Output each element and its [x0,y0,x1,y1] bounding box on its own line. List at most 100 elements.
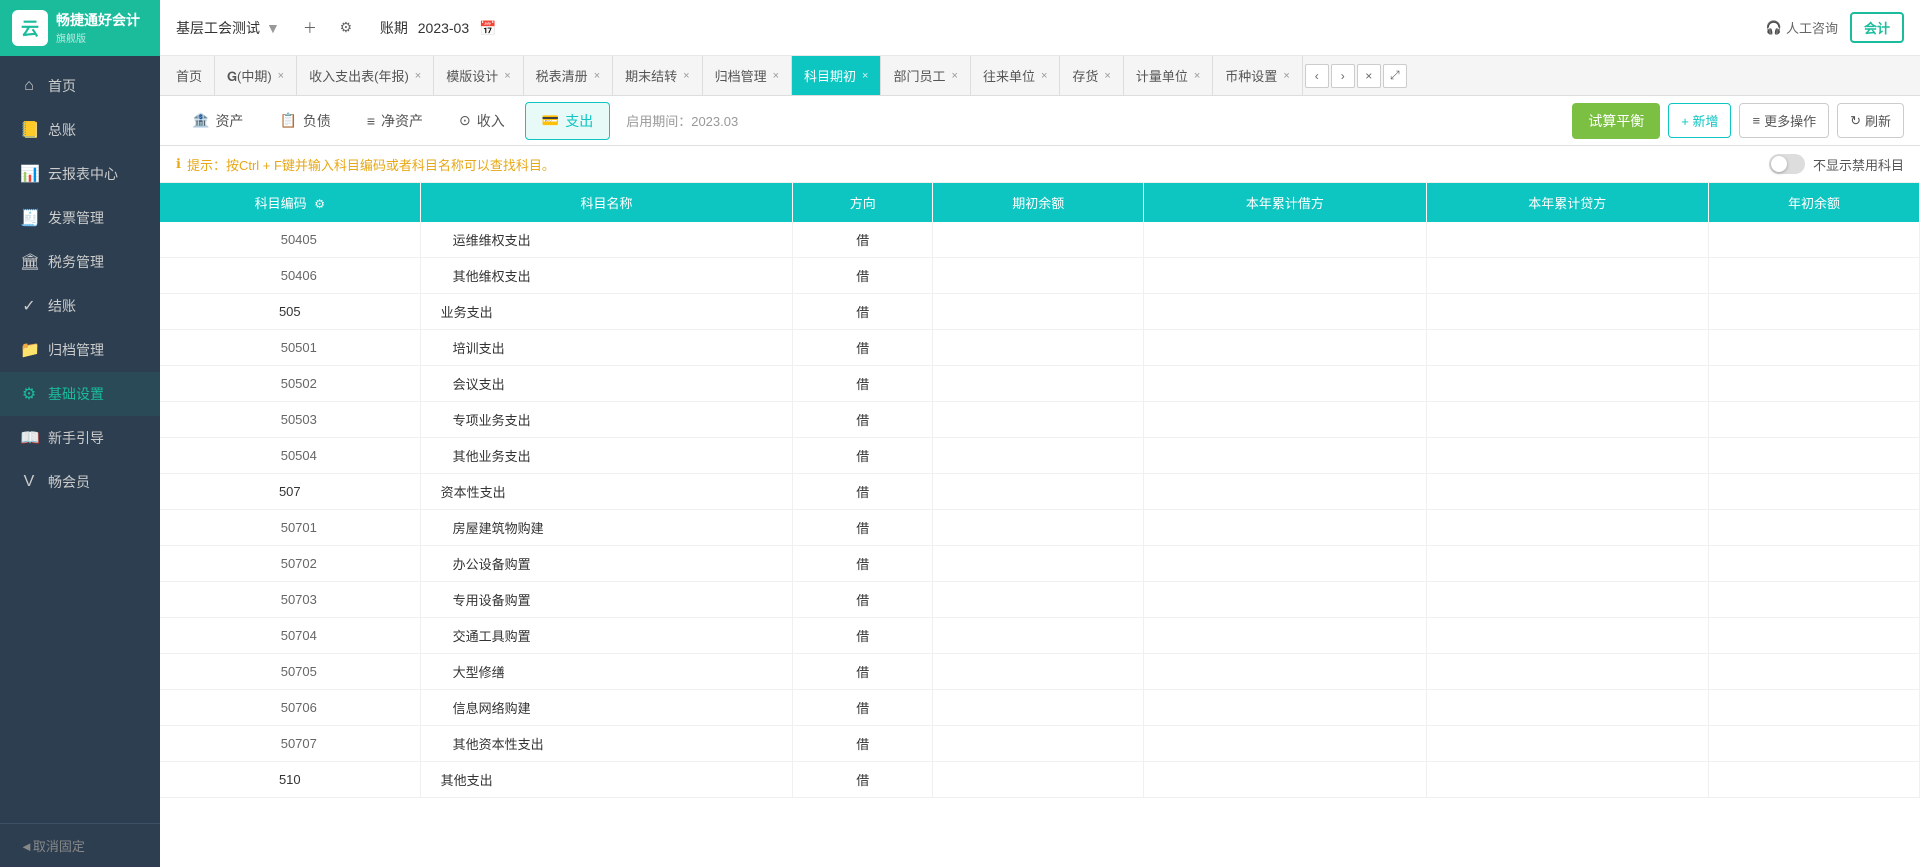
tab-unit[interactable]: 往来单位 × [971,56,1060,96]
cell-year-init [1708,510,1919,546]
tab-close-icon[interactable]: × [594,70,600,82]
settings-button[interactable]: ⚙ [332,14,360,42]
table-row[interactable]: 50704交通工具购置借 [160,618,1920,654]
tab-label: 税表清册 [536,66,588,85]
tab-close-icon[interactable]: × [278,70,284,82]
topbar-right: 🎧 人工咨询 会计 [1766,12,1904,43]
tab-next-button[interactable]: › [1331,64,1355,88]
calendar-icon[interactable]: 📅 [479,20,496,36]
cell-name: 其他资本性支出 [420,726,793,762]
cell-debit-ytd [1144,510,1426,546]
tab-stock[interactable]: 存货 × [1060,56,1123,96]
column-settings-icon[interactable]: ⚙ [314,197,325,211]
table-row[interactable]: 507资本性支出借 [160,474,1920,510]
table-row[interactable]: 50405运维维权支出借 [160,222,1920,258]
cell-name: 交通工具购置 [420,618,793,654]
topbar-actions: ＋ ⚙ [296,14,360,42]
tab-close-icon[interactable]: × [1104,70,1110,82]
cell-credit-ytd [1426,222,1708,258]
add-project-button[interactable]: ＋ [296,14,324,42]
tab-tax-clear[interactable]: 税表清册 × [524,56,613,96]
cell-name: 专项业务支出 [420,402,793,438]
tab-close-icon[interactable]: × [1283,70,1289,82]
sidebar-item-settings[interactable]: ⚙ 基础设置 [0,372,160,416]
tab-close-icon[interactable]: × [1194,70,1200,82]
cell-credit-ytd [1426,546,1708,582]
tab-dept[interactable]: 部门员工 × [881,56,970,96]
dropdown-icon[interactable]: ▼ [266,20,280,36]
table-row[interactable]: 505业务支出借 [160,294,1920,330]
sidebar-item-member[interactable]: V 畅会员 [0,460,160,504]
cat-tab-asset[interactable]: 🏦 资产 [176,103,259,139]
sidebar-item-settlement[interactable]: ✓ 结账 [0,284,160,328]
tab-year-end[interactable]: 期末结转 × [613,56,702,96]
disable-toggle[interactable] [1769,154,1805,174]
sidebar-item-archive[interactable]: 📁 归档管理 [0,328,160,372]
tab-expand-button[interactable]: ⤢ [1383,64,1407,88]
table-row[interactable]: 50702办公设备购置借 [160,546,1920,582]
cat-tab-expense[interactable]: 💳 支出 [525,102,610,140]
col-code: 科目编码 ⚙ [160,183,420,222]
sidebar-pin-toggle[interactable]: ◄取消固定 [0,823,160,867]
main-content: 基层工会测试 ▼ ＋ ⚙ 账期 2023-03 📅 🎧 人工咨询 会计 首页 𝐆… [160,0,1920,867]
sidebar-item-guide[interactable]: 📖 新手引导 [0,416,160,460]
balance-button[interactable]: 试算平衡 [1572,103,1660,139]
table-row[interactable]: 50705大型修缮借 [160,654,1920,690]
add-button[interactable]: + 新增 [1668,103,1731,138]
refresh-button[interactable]: ↻ 刷新 [1837,103,1904,138]
sidebar-item-ledger[interactable]: 📒 总账 [0,108,160,152]
cell-year-init [1708,546,1919,582]
tab-close-all-button[interactable]: × [1357,64,1381,88]
help-button[interactable]: 🎧 人工咨询 [1766,18,1838,37]
sidebar-item-home[interactable]: ⌂ 首页 [0,64,160,108]
tab-close-icon[interactable]: × [952,70,958,82]
table-row[interactable]: 50703专用设备购置借 [160,582,1920,618]
user-role-button[interactable]: 会计 [1850,12,1904,43]
tab-close-icon[interactable]: × [773,70,779,82]
cat-tab-net-asset[interactable]: ≡ 净资产 [351,103,439,139]
cat-tab-income[interactable]: ⊙ 收入 [443,103,521,139]
tab-close-icon[interactable]: × [1041,70,1047,82]
cell-name: 运维维权支出 [420,222,793,258]
tab-close-icon[interactable]: × [862,70,868,82]
table-row[interactable]: 50706信息网络购建借 [160,690,1920,726]
cell-name: 其他维权支出 [420,258,793,294]
cell-year-init [1708,762,1919,798]
tab-close-icon[interactable]: × [504,70,510,82]
subject-table-container[interactable]: 科目编码 ⚙ 科目名称 方向 期初余额 本年累计借方 本年累计贷方 年初余额 5… [160,183,1920,867]
cell-balance [933,258,1144,294]
tab-income-annual[interactable]: 收入支出表(年报) × [297,56,434,96]
table-row[interactable]: 50503专项业务支出借 [160,402,1920,438]
sidebar-item-label: 畅会员 [48,472,90,492]
tab-home[interactable]: 首页 [164,56,215,96]
cell-year-init [1708,366,1919,402]
table-row[interactable]: 50406其他维权支出借 [160,258,1920,294]
table-row[interactable]: 510其他支出借 [160,762,1920,798]
tab-mid[interactable]: 𝐆(中期) × [215,56,297,96]
table-row[interactable]: 50707其他资本性支出借 [160,726,1920,762]
cat-tab-liability[interactable]: 📋 负债 [263,103,346,139]
cell-balance [933,438,1144,474]
tab-archive[interactable]: 归档管理 × [703,56,792,96]
table-row[interactable]: 50502会议支出借 [160,366,1920,402]
table-row[interactable]: 50501培训支出借 [160,330,1920,366]
tab-subject-init[interactable]: 科目期初 × [792,56,881,96]
more-button[interactable]: ≡ 更多操作 [1739,103,1829,138]
sidebar-item-tax[interactable]: 🏛 税务管理 [0,240,160,284]
sidebar-item-cloud-report[interactable]: 📊 云报表中心 [0,152,160,196]
tab-template[interactable]: 模版设计 × [434,56,523,96]
guide-icon: 📖 [20,428,38,448]
tab-close-icon[interactable]: × [683,70,689,82]
tab-close-icon[interactable]: × [415,70,421,82]
cell-balance [933,330,1144,366]
col-debit-ytd: 本年累计借方 [1144,183,1426,222]
sidebar-item-invoice[interactable]: 🧾 发票管理 [0,196,160,240]
cell-debit-ytd [1144,654,1426,690]
table-row[interactable]: 50701房屋建筑物购建借 [160,510,1920,546]
cell-code: 507 [160,474,420,510]
tab-measure[interactable]: 计量单位 × [1124,56,1213,96]
cell-credit-ytd [1426,474,1708,510]
tab-prev-button[interactable]: ‹ [1305,64,1329,88]
tab-currency[interactable]: 币种设置 × [1213,56,1302,96]
table-row[interactable]: 50504其他业务支出借 [160,438,1920,474]
